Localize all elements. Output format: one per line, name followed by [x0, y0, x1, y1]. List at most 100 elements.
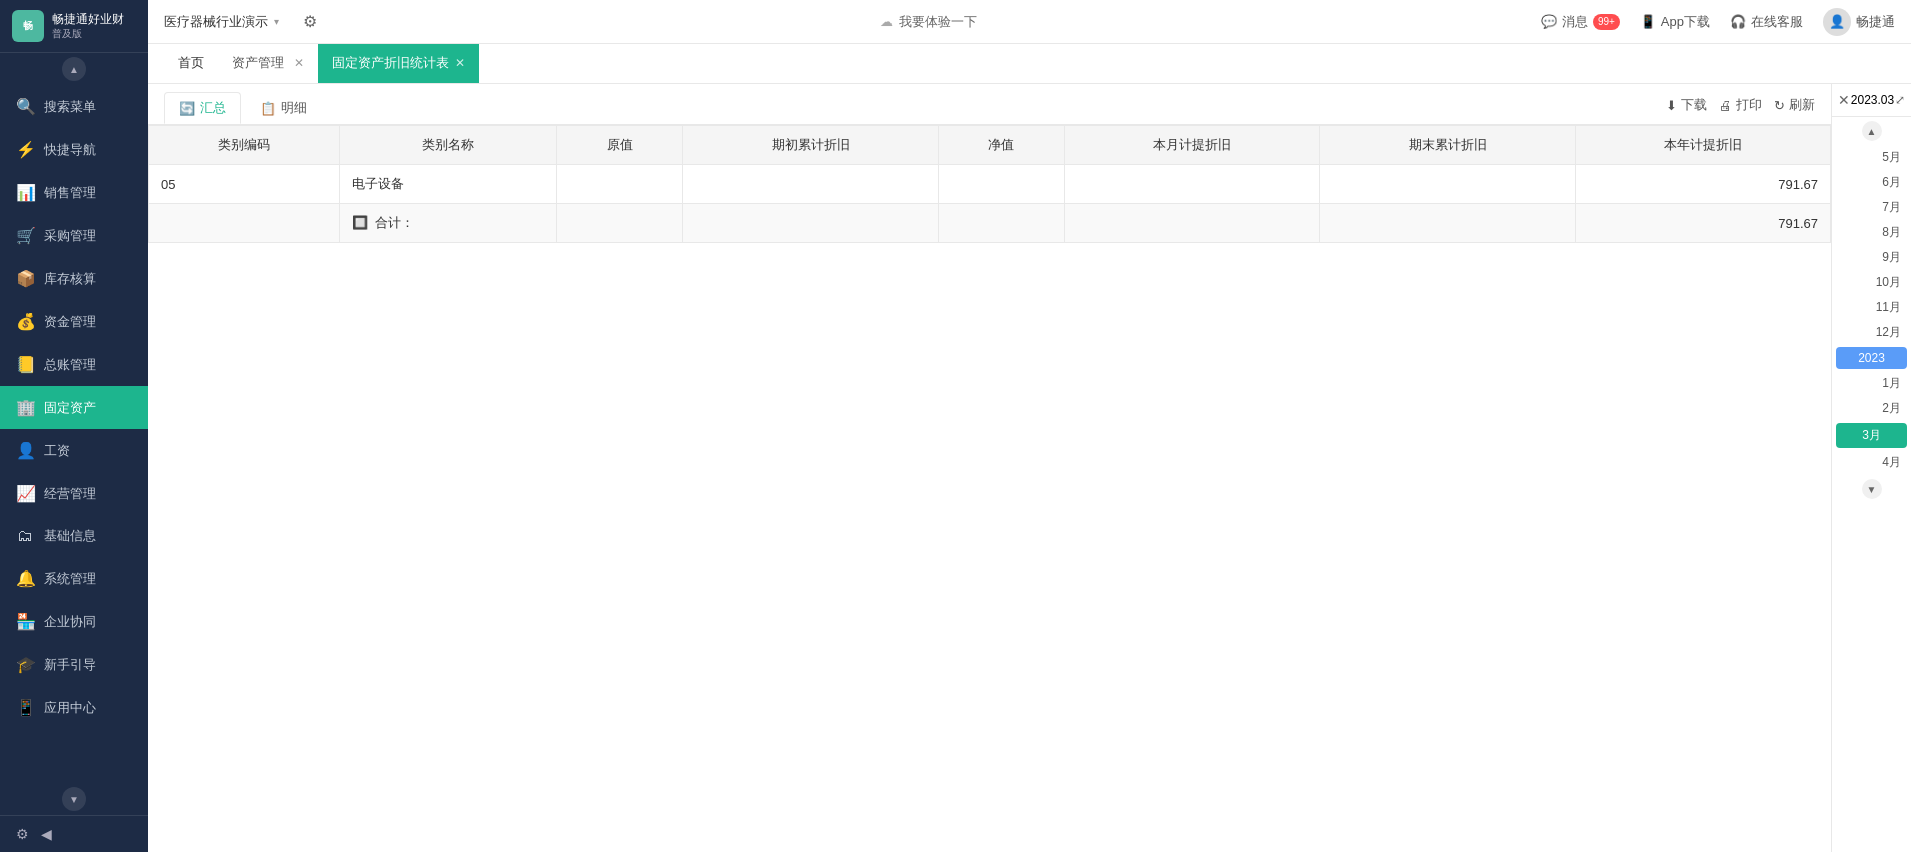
sub-tab-detail[interactable]: 📋 明细: [245, 92, 322, 124]
download-btn[interactable]: ⬇ 下载: [1666, 96, 1707, 114]
sidebar-item-basic-info[interactable]: 🗂 基础信息: [0, 515, 148, 557]
refresh-btn[interactable]: ↻ 刷新: [1774, 96, 1815, 114]
date-month-item[interactable]: 10月: [1832, 270, 1911, 295]
top-header: 医疗器械行业演示 ▾ ⚙ ☁ 我要体验一下 💬 消息 99+ 📱 App下载 🎧…: [148, 0, 1911, 44]
right-panel-close-btn[interactable]: ✕: [1838, 92, 1850, 108]
date-month-item[interactable]: 11月: [1832, 295, 1911, 320]
experience-text[interactable]: 我要体验一下: [899, 13, 977, 31]
print-btn[interactable]: 🖨 打印: [1719, 96, 1762, 114]
sidebar-item-guide[interactable]: 🎓 新手引导: [0, 643, 148, 686]
payroll-icon: 👤: [16, 441, 34, 460]
cloud-icon: ☁: [880, 14, 893, 29]
app-logo: 畅 畅捷通好业财 普及版: [0, 0, 148, 53]
tab-home[interactable]: 首页: [164, 44, 218, 83]
company-name: 医疗器械行业演示: [164, 13, 268, 31]
total-label: 合计：: [375, 215, 414, 230]
sidebar-item-finance[interactable]: 💰 资金管理: [0, 300, 148, 343]
date-list: ▲ 5月 6月 7月 8月 9月 10月 11月 12月 2023 1月 2月 …: [1832, 117, 1911, 852]
date-month-item[interactable]: 2月: [1832, 396, 1911, 421]
sidebar-item-label: 工资: [44, 442, 70, 460]
date-month-item[interactable]: 12月: [1832, 320, 1911, 345]
col-header-initial-accumulated: 期初累计折旧: [683, 126, 938, 165]
app-download-btn[interactable]: 📱 App下载: [1640, 13, 1710, 31]
date-nav-down[interactable]: ▼: [1862, 479, 1882, 499]
date-month-item[interactable]: 9月: [1832, 245, 1911, 270]
sidebar-item-sales[interactable]: 📊 销售管理: [0, 171, 148, 214]
chevron-down-icon: ▾: [274, 16, 279, 27]
right-panel-expand-icon[interactable]: ⤢: [1895, 93, 1905, 107]
basic-info-icon: 🗂: [16, 527, 34, 545]
date-month-current[interactable]: 3月: [1836, 423, 1907, 448]
date-month-item[interactable]: 4月: [1832, 450, 1911, 475]
cell-net-value: [938, 165, 1064, 204]
tab-asset-mgmt[interactable]: 资产管理 ✕: [218, 44, 318, 83]
total-original: [557, 204, 683, 243]
ledger-icon: 📒: [16, 355, 34, 374]
online-service-btn[interactable]: 🎧 在线客服: [1730, 13, 1803, 31]
sub-tab-summary-label: 汇总: [200, 99, 226, 117]
cell-code: 05: [149, 165, 340, 204]
notification-btn[interactable]: 💬 消息 99+: [1541, 13, 1620, 31]
header-settings-icon[interactable]: ⚙: [303, 12, 317, 31]
sidebar-item-label: 采购管理: [44, 227, 96, 245]
app-center-icon: 📱: [16, 698, 34, 717]
date-month-item[interactable]: 6月: [1832, 170, 1911, 195]
sidebar-item-inventory[interactable]: 📦 库存核算: [0, 257, 148, 300]
sidebar-item-label: 企业协同: [44, 613, 96, 631]
sidebar-item-label: 资金管理: [44, 313, 96, 331]
sidebar-item-operations[interactable]: 📈 经营管理: [0, 472, 148, 515]
company-selector[interactable]: 医疗器械行业演示 ▾: [164, 13, 279, 31]
sidebar-item-label: 搜索菜单: [44, 98, 96, 116]
user-menu[interactable]: 👤 畅捷通: [1823, 8, 1895, 36]
col-header-code: 类别编码: [149, 126, 340, 165]
date-month-item[interactable]: 1月: [1832, 371, 1911, 396]
right-panel: ✕ 2023.03 ⤢ ▲ 5月 6月 7月 8月 9月 10月 11月 12月…: [1831, 84, 1911, 852]
settings-icon[interactable]: ⚙: [16, 826, 29, 842]
sidebar-item-app-center[interactable]: 📱 应用中心: [0, 686, 148, 729]
right-panel-header: ✕ 2023.03 ⤢: [1832, 84, 1911, 117]
total-annual: 791.67: [1575, 204, 1830, 243]
sidebar-item-payroll[interactable]: 👤 工资: [0, 429, 148, 472]
sidebar-item-fixed-assets[interactable]: 🏢 固定资产: [0, 386, 148, 429]
sidebar-item-search[interactable]: 🔍 搜索菜单: [0, 85, 148, 128]
notification-label: 消息: [1562, 13, 1588, 31]
sidebar-item-system[interactable]: 🔔 系统管理: [0, 557, 148, 600]
date-nav-up[interactable]: ▲: [1862, 121, 1882, 141]
cell-name: 电子设备: [339, 165, 556, 204]
total-end-accumulated: [1320, 204, 1575, 243]
sidebar-item-purchase[interactable]: 🛒 采购管理: [0, 214, 148, 257]
tab-depreciation[interactable]: 固定资产折旧统计表 ✕: [318, 44, 479, 83]
main-panel: 🔄 汇总 📋 明细 ⬇ 下载 🖨 打印: [148, 84, 1831, 852]
quick-nav-icon: ⚡: [16, 140, 34, 159]
scroll-up-btn[interactable]: ▲: [62, 57, 86, 81]
sidebar-item-quick-nav[interactable]: ⚡ 快捷导航: [0, 128, 148, 171]
col-header-net-value: 净值: [938, 126, 1064, 165]
summary-icon: 🔄: [179, 101, 195, 116]
app-download-label: App下载: [1661, 13, 1710, 31]
sidebar-nav: 🔍 搜索菜单 ⚡ 快捷导航 📊 销售管理 🛒 采购管理 📦 库存核算 💰 资金管…: [0, 85, 148, 783]
date-month-item[interactable]: 5月: [1832, 145, 1911, 170]
col-header-annual: 本年计提折旧: [1575, 126, 1830, 165]
total-expand-icon[interactable]: 🔲: [352, 215, 368, 230]
scroll-down-btn[interactable]: ▼: [62, 787, 86, 811]
sub-tab-summary[interactable]: 🔄 汇总: [164, 92, 241, 124]
date-month-item[interactable]: 8月: [1832, 220, 1911, 245]
avatar: 👤: [1823, 8, 1851, 36]
sidebar-item-label: 新手引导: [44, 656, 96, 674]
date-month-item[interactable]: 7月: [1832, 195, 1911, 220]
sidebar-item-enterprise[interactable]: 🏪 企业协同: [0, 600, 148, 643]
total-label-cell: 🔲 合计：: [339, 204, 556, 243]
sidebar-item-label: 基础信息: [44, 527, 96, 545]
header-center: ☁ 我要体验一下: [880, 13, 977, 31]
cell-initial-accumulated: [683, 165, 938, 204]
collapse-icon[interactable]: ◀: [41, 826, 52, 842]
col-header-monthly: 本月计提折旧: [1065, 126, 1320, 165]
close-asset-mgmt-icon[interactable]: ✕: [294, 56, 304, 70]
col-header-end-accumulated: 期末累计折旧: [1320, 126, 1575, 165]
system-icon: 🔔: [16, 569, 34, 588]
close-depreciation-icon[interactable]: ✕: [455, 56, 465, 70]
sidebar-item-ledger[interactable]: 📒 总账管理: [0, 343, 148, 386]
sub-tab-detail-label: 明细: [281, 99, 307, 117]
sub-tabs-right: ⬇ 下载 🖨 打印 ↻ 刷新: [1666, 96, 1815, 120]
sidebar-footer: ⚙ ◀: [0, 815, 148, 852]
